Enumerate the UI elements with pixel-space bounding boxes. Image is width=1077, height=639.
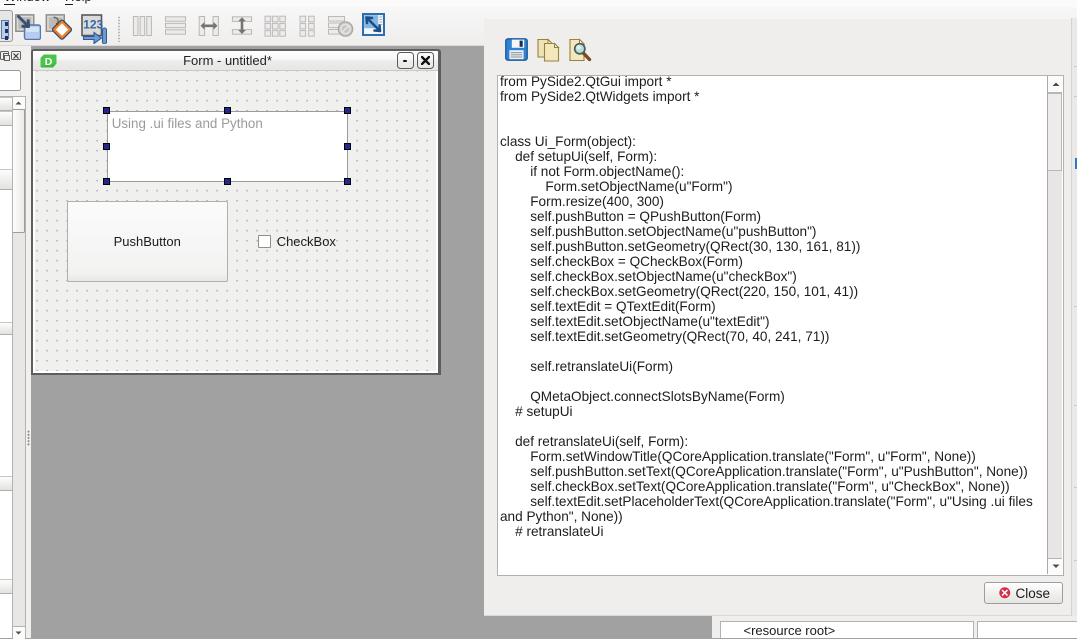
svg-text:123: 123 xyxy=(83,17,103,31)
